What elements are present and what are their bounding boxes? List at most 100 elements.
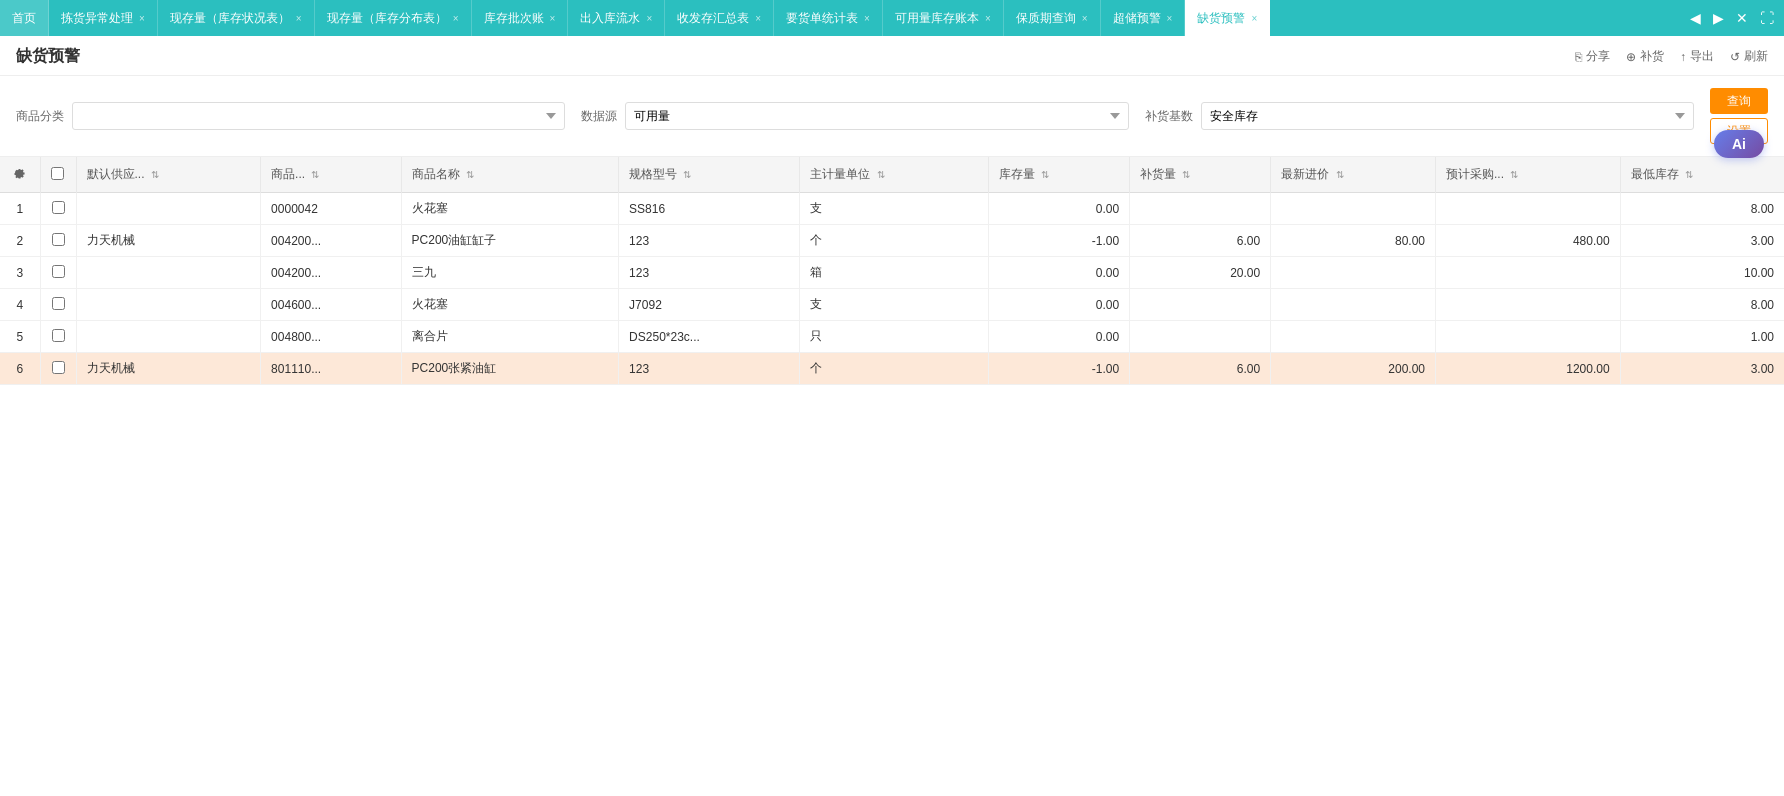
select-all-checkbox[interactable] [51, 167, 64, 180]
row-product-code: 004600... [261, 289, 401, 321]
row-checkbox-cell[interactable] [40, 193, 76, 225]
col-default-supplier[interactable]: 默认供应... ⇅ [76, 157, 261, 193]
row-checkbox-cell[interactable] [40, 225, 76, 257]
close-icon[interactable]: × [139, 13, 145, 24]
tab-collect-summary[interactable]: 收发存汇总表 × [665, 0, 774, 36]
row-product-name: 三九 [401, 257, 619, 289]
close-icon[interactable]: × [864, 13, 870, 24]
tab-home[interactable]: 首页 [0, 0, 49, 36]
row-min-stock: 1.00 [1620, 321, 1784, 353]
col-latest-price[interactable]: 最新进价 ⇅ [1271, 157, 1436, 193]
sort-icon: ⇅ [1510, 169, 1518, 180]
close-icon[interactable]: × [453, 13, 459, 24]
row-checkbox[interactable] [52, 297, 65, 310]
row-latest-price [1271, 193, 1436, 225]
row-checkbox-cell[interactable] [40, 289, 76, 321]
col-min-stock[interactable]: 最低库存 ⇅ [1620, 157, 1784, 193]
col-product-name[interactable]: 商品名称 ⇅ [401, 157, 619, 193]
tab-shortage[interactable]: 缺货预警 × [1185, 0, 1270, 36]
row-supplier [76, 193, 261, 225]
tab-next-button[interactable]: ▶ [1707, 0, 1730, 36]
row-latest-price: 80.00 [1271, 225, 1436, 257]
tab-abnormal[interactable]: 拣货异常处理 × [49, 0, 158, 36]
row-checkbox-cell[interactable] [40, 321, 76, 353]
replenish-icon: ⊕ [1626, 50, 1636, 64]
row-replenish-qty [1130, 289, 1271, 321]
col-stock-qty[interactable]: 库存量 ⇅ [989, 157, 1130, 193]
close-icon[interactable]: × [1251, 13, 1257, 24]
row-min-stock: 3.00 [1620, 225, 1784, 257]
close-icon[interactable]: × [985, 13, 991, 24]
col-product-code[interactable]: 商品... ⇅ [261, 157, 401, 193]
sort-icon: ⇅ [1336, 169, 1344, 180]
tab-batch-account[interactable]: 库存批次账 × [472, 0, 569, 36]
tab-expiry-query[interactable]: 保质期查询 × [1004, 0, 1101, 36]
row-checkbox-cell[interactable] [40, 353, 76, 385]
col-estimated-purchase[interactable]: 预计采购... ⇅ [1435, 157, 1620, 193]
tab-inventory-status[interactable]: 现存量（库存状况表） × [158, 0, 315, 36]
row-gear-cell: 2 [0, 225, 40, 257]
gear-icon[interactable] [10, 165, 26, 181]
table-row: 4 004600... 火花塞 J7092 支 0.00 8.00 [0, 289, 1784, 321]
row-unit: 支 [800, 289, 989, 321]
datasource-select[interactable]: 可用量 [625, 102, 1130, 130]
tab-overstock[interactable]: 超储预警 × [1101, 0, 1186, 36]
category-select[interactable] [72, 102, 565, 130]
replenish-basis-filter-group: 补货基数 安全库存 [1145, 102, 1694, 130]
row-unit: 个 [800, 225, 989, 257]
row-stock-qty: -1.00 [989, 353, 1130, 385]
row-checkbox[interactable] [52, 329, 65, 342]
tab-inout-flow[interactable]: 出入库流水 × [568, 0, 665, 36]
close-icon[interactable]: × [1082, 13, 1088, 24]
query-button[interactable]: 查询 [1710, 88, 1768, 114]
col-replenish-qty[interactable]: 补货量 ⇅ [1130, 157, 1271, 193]
row-checkbox[interactable] [52, 201, 65, 214]
tab-fullscreen-button[interactable]: ⛶ [1754, 0, 1780, 36]
close-icon[interactable]: × [296, 13, 302, 24]
row-stock-qty: 0.00 [989, 289, 1130, 321]
sort-icon: ⇅ [1685, 169, 1693, 180]
row-gear-cell: 3 [0, 257, 40, 289]
refresh-button[interactable]: ↺ 刷新 [1730, 48, 1768, 65]
row-stock-qty: 0.00 [989, 321, 1130, 353]
row-latest-price [1271, 257, 1436, 289]
close-icon[interactable]: × [646, 13, 652, 24]
row-stock-qty: 0.00 [989, 193, 1130, 225]
row-unit: 箱 [800, 257, 989, 289]
close-icon[interactable]: × [1167, 13, 1173, 24]
row-product-name: 火花塞 [401, 193, 619, 225]
sort-icon: ⇅ [466, 169, 474, 180]
table-row: 3 004200... 三九 123 箱 0.00 20.00 10.00 [0, 257, 1784, 289]
row-supplier: 力天机械 [76, 225, 261, 257]
share-button[interactable]: ⎘ 分享 [1575, 48, 1610, 65]
col-unit[interactable]: 主计量单位 ⇅ [800, 157, 989, 193]
replenish-button[interactable]: ⊕ 补货 [1626, 48, 1664, 65]
tab-close-button[interactable]: ✕ [1730, 0, 1754, 36]
row-replenish-qty [1130, 321, 1271, 353]
row-unit: 支 [800, 193, 989, 225]
export-button[interactable]: ↑ 导出 [1680, 48, 1714, 65]
tab-prev-button[interactable]: ◀ [1684, 0, 1707, 36]
row-checkbox[interactable] [52, 265, 65, 278]
category-filter-group: 商品分类 [16, 102, 565, 130]
row-checkbox[interactable] [52, 361, 65, 374]
row-supplier [76, 321, 261, 353]
col-spec[interactable]: 规格型号 ⇅ [619, 157, 800, 193]
sort-icon: ⇅ [877, 169, 885, 180]
row-latest-price: 200.00 [1271, 353, 1436, 385]
tab-inventory-dist[interactable]: 现存量（库存分布表） × [315, 0, 472, 36]
replenish-basis-select[interactable]: 安全库存 [1201, 102, 1694, 130]
row-product-code: 801110... [261, 353, 401, 385]
row-spec: 123 [619, 257, 800, 289]
tab-available-ledger[interactable]: 可用量库存账本 × [883, 0, 1004, 36]
close-icon[interactable]: × [755, 13, 761, 24]
page-title: 缺货预警 [16, 46, 80, 67]
ai-button[interactable]: Ai [1714, 130, 1764, 158]
row-checkbox-cell[interactable] [40, 257, 76, 289]
row-spec: SS816 [619, 193, 800, 225]
sort-icon: ⇅ [151, 169, 159, 180]
row-checkbox[interactable] [52, 233, 65, 246]
col-checkbox [40, 157, 76, 193]
tab-demand-stat[interactable]: 要货单统计表 × [774, 0, 883, 36]
close-icon[interactable]: × [550, 13, 556, 24]
